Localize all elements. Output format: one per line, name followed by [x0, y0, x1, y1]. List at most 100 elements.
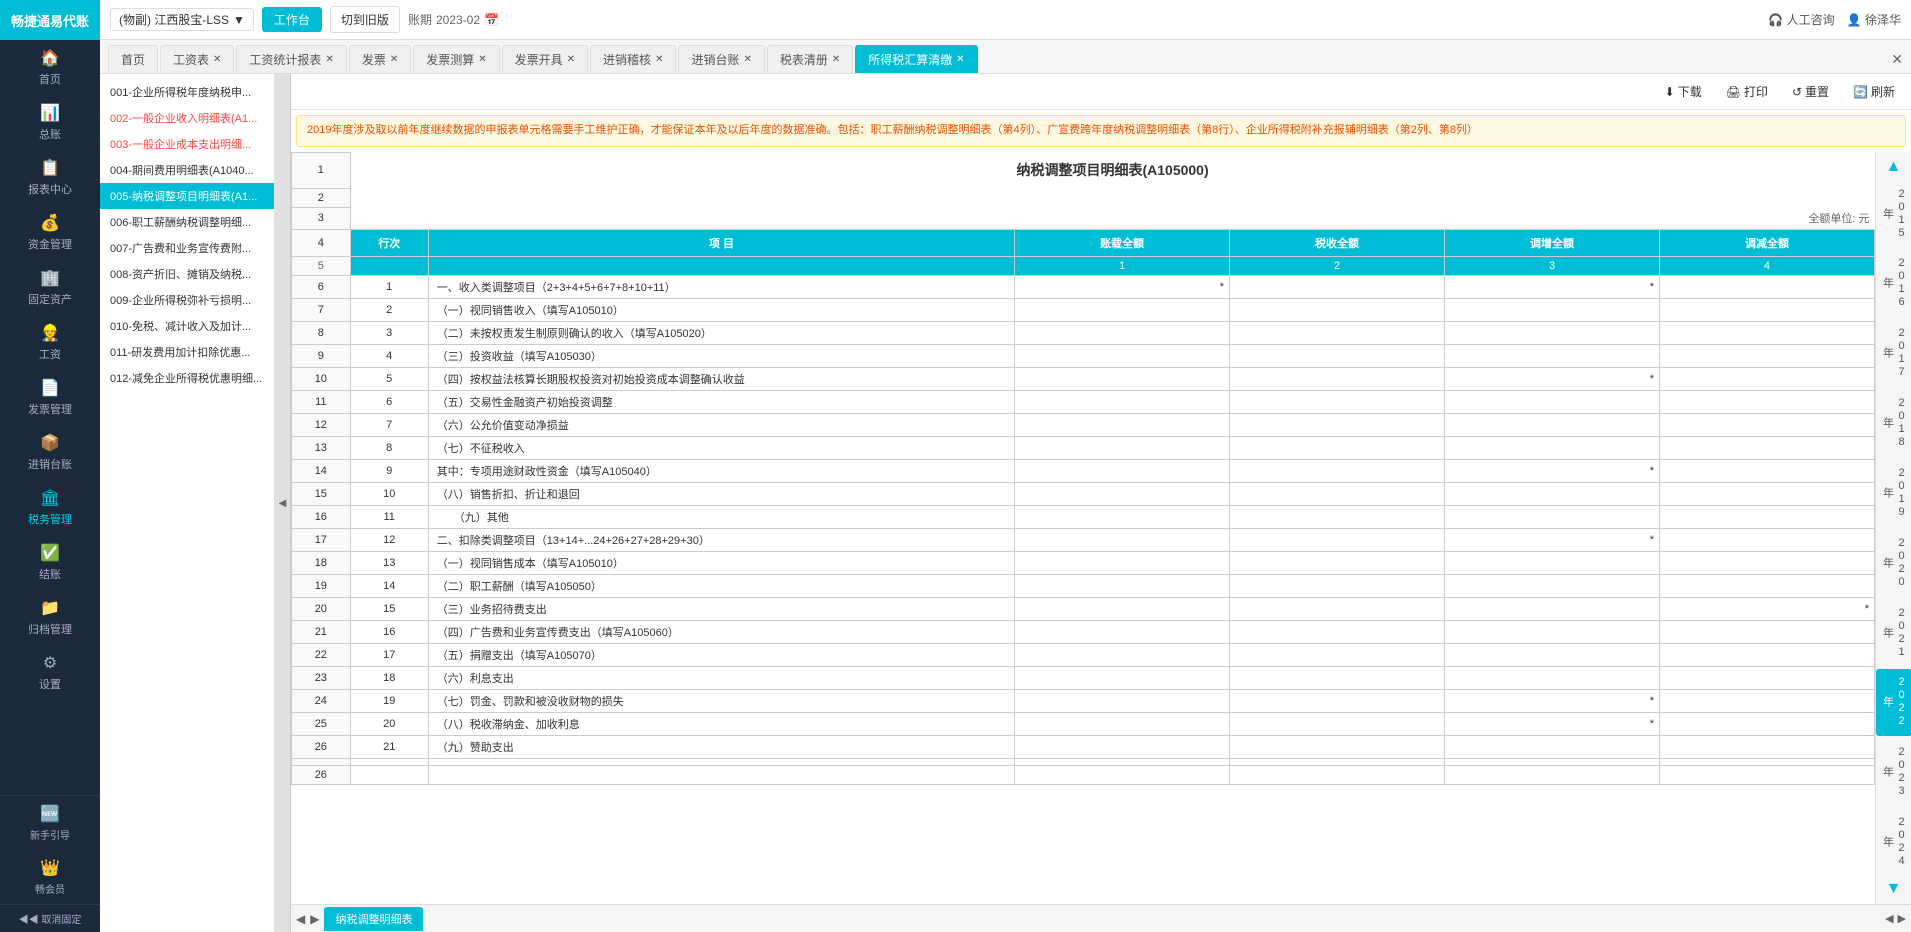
- tab-stock-ledger[interactable]: 进销台账✕: [678, 45, 764, 73]
- sidebar-item-tax[interactable]: 🏛 税务管理: [0, 480, 100, 535]
- year-2024[interactable]: 2024年: [1878, 808, 1910, 876]
- table-row: 10 5 （四）按权益法核算长期股权投资对初始投资成本调整确认收益 *: [292, 368, 1875, 391]
- company-select[interactable]: (物副) 江西股宝-LSS ▼: [110, 8, 254, 31]
- table-row: 2: [292, 188, 1875, 207]
- close-tab-tax-list[interactable]: ✕: [832, 54, 840, 65]
- close-tab-invoice-calc[interactable]: ✕: [478, 54, 486, 65]
- period-label: 账期 2023-02 📅: [408, 11, 499, 28]
- table-row: 8 3 （二）未按权责发生制原则确认的收入（填写A105020）: [292, 322, 1875, 345]
- sheet-scroll-area[interactable]: 1 纳税调整项目明细表(A105000) 2 3 全额单位: 元: [291, 152, 1875, 904]
- sidebar-item-stock[interactable]: 📦 进销台账: [0, 425, 100, 480]
- close-tab-income-tax[interactable]: ✕: [956, 54, 964, 65]
- settings-icon: ⚙: [43, 653, 57, 673]
- left-item-010[interactable]: 010-免税、减计收入及加计...: [100, 313, 274, 339]
- sidebar-item-member[interactable]: 👑 畅会员: [0, 850, 100, 904]
- table-row: 9 4 （三）投资收益（填写A105030）: [292, 345, 1875, 368]
- sidebar-item-guide[interactable]: 🆕 新手引导: [0, 796, 100, 850]
- sidebar-item-settings[interactable]: ⚙ 设置: [0, 645, 100, 700]
- left-item-004[interactable]: 004-期间费用明细表(A1040...: [100, 157, 274, 183]
- tab-invoice-calc[interactable]: 发票测算✕: [413, 45, 499, 73]
- service-link[interactable]: 🎧 人工咨询: [1768, 11, 1834, 28]
- table-row: 21 16 （四）广告费和业务宣传费支出（填写A105060）: [292, 621, 1875, 644]
- close-tab-payroll[interactable]: ✕: [213, 54, 221, 65]
- year-2023[interactable]: 2023年: [1878, 738, 1910, 806]
- left-item-005[interactable]: 005-纳税调整项目明细表(A1...: [100, 183, 274, 209]
- year-2017[interactable]: 2017年: [1878, 319, 1910, 387]
- col-header-1: 账载全额: [1015, 230, 1230, 257]
- user-info[interactable]: 👤 徐泽华: [1847, 11, 1901, 28]
- sidebar-item-assets[interactable]: 🏢 固定资产: [0, 260, 100, 315]
- year-2020[interactable]: 2020年: [1878, 529, 1910, 597]
- invoice-icon: 📄: [40, 378, 60, 398]
- tab-tax-list[interactable]: 税表清册✕: [767, 45, 853, 73]
- left-item-011[interactable]: 011-研发费用加计扣除优惠...: [100, 339, 274, 365]
- year-2021[interactable]: 2021年: [1878, 599, 1910, 667]
- sidebar-item-payroll[interactable]: 👷 工资: [0, 315, 100, 370]
- tab-payroll[interactable]: 工资表✕: [160, 45, 234, 73]
- sidebar-item-archive[interactable]: 📁 归档管理: [0, 590, 100, 645]
- left-item-001[interactable]: 001-企业所得税年度纳税申...: [100, 79, 274, 105]
- back-button[interactable]: 切到旧版: [330, 6, 400, 33]
- close-tab-invoice[interactable]: ✕: [390, 54, 398, 65]
- sidebar-item-reports[interactable]: 📋 报表中心: [0, 150, 100, 205]
- tab-income-tax[interactable]: 所得税汇算清缴✕: [855, 45, 977, 73]
- sheet-scroll-right[interactable]: ▶: [310, 912, 319, 926]
- table-row: 3 全额单位: 元: [292, 207, 1875, 230]
- left-item-008[interactable]: 008-资产折旧、摊销及纳税...: [100, 261, 274, 287]
- refresh-button[interactable]: 🔄 刷新: [1847, 80, 1901, 103]
- year-2018[interactable]: 2018年: [1878, 389, 1910, 457]
- table-header-row: 4 行次 项 目 账载全额 税收全额 调增全额 调减全额: [292, 230, 1875, 257]
- left-item-003[interactable]: 003-一般企业成本支出明细...: [100, 131, 274, 157]
- close-all-tabs[interactable]: ✕: [1883, 46, 1911, 73]
- sidebar-item-home[interactable]: 🏠 首页: [0, 40, 100, 95]
- sidebar-item-invoice[interactable]: 📄 发票管理: [0, 370, 100, 425]
- left-panel: 001-企业所得税年度纳税申... 002-一般企业收入明细表(A1... 00…: [100, 74, 275, 932]
- year-2015[interactable]: 2015年: [1878, 180, 1910, 248]
- col-header-4: 调减全额: [1659, 230, 1874, 257]
- bottom-scroll-right[interactable]: ▶: [1898, 912, 1906, 925]
- left-item-006[interactable]: 006-职工薪酬纳税调整明细...: [100, 209, 274, 235]
- tab-invoice-open[interactable]: 发票开具✕: [502, 45, 588, 73]
- close-tab-stock-check[interactable]: ✕: [655, 54, 663, 65]
- tab-invoice[interactable]: 发票✕: [349, 45, 411, 73]
- unpin-button[interactable]: ◀◀ 取消固定: [0, 904, 100, 932]
- left-item-012[interactable]: 012-减免企业所得税优惠明细...: [100, 365, 274, 391]
- sheet-tab-adjust[interactable]: 纳税调整明细表: [324, 907, 423, 931]
- bottom-scroll-left[interactable]: ◀: [1885, 912, 1893, 925]
- table-row: 26 21 （九）赞助支出: [292, 736, 1875, 759]
- left-item-007[interactable]: 007-广告费和业务宣传费附...: [100, 235, 274, 261]
- year-down-button[interactable]: ▼: [1884, 878, 1904, 900]
- tab-stock-check[interactable]: 进销稽核✕: [590, 45, 676, 73]
- year-up-button[interactable]: ▲: [1884, 156, 1904, 178]
- year-2022[interactable]: 2022年: [1876, 669, 1911, 737]
- collapse-panel-button[interactable]: ◀: [275, 74, 291, 932]
- close-tab-invoice-open[interactable]: ✕: [567, 54, 575, 65]
- year-2019[interactable]: 2019年: [1878, 459, 1910, 527]
- download-icon: ⬇: [1665, 85, 1675, 99]
- year-panel: ▲ 2015年 2016年 2017年 2018年 2019年 2020年 20…: [1875, 152, 1911, 904]
- tab-payroll-stats[interactable]: 工资统计报表✕: [236, 45, 346, 73]
- year-2016[interactable]: 2016年: [1878, 249, 1910, 317]
- topbar-right: 🎧 人工咨询 👤 徐泽华: [1768, 11, 1901, 28]
- sidebar-item-funds[interactable]: 💰 资金管理: [0, 205, 100, 260]
- close-tab-payroll-stats[interactable]: ✕: [325, 54, 333, 65]
- sidebar-item-close[interactable]: ✅ 结账: [0, 535, 100, 590]
- tab-home[interactable]: 首页: [108, 45, 158, 73]
- calendar-icon[interactable]: 📅: [484, 13, 499, 27]
- funds-icon: 💰: [40, 213, 60, 233]
- sheet-toolbar: ⬇ 下载 🖨 打印 ↺ 重置 🔄 刷新: [291, 74, 1911, 110]
- stock-icon: 📦: [40, 433, 60, 453]
- print-button[interactable]: 🖨 打印: [1720, 80, 1774, 103]
- left-item-009[interactable]: 009-企业所得税弥补亏损明...: [100, 287, 274, 313]
- sidebar-item-ledger[interactable]: 📊 总账: [0, 95, 100, 150]
- workbench-button[interactable]: 工作台: [262, 7, 322, 32]
- col-header-line: 行次: [350, 230, 428, 257]
- table-row: 23 18 （六）利息支出: [292, 667, 1875, 690]
- table-row: [292, 759, 1875, 766]
- close-tab-stock-ledger[interactable]: ✕: [743, 54, 751, 65]
- sidebar: 畅捷通易代账 🏠 首页 📊 总账 📋 报表中心 💰 资金管理 🏢 固定资产 👷 …: [0, 0, 100, 932]
- left-item-002[interactable]: 002-一般企业收入明细表(A1...: [100, 105, 274, 131]
- download-button[interactable]: ⬇ 下载: [1659, 80, 1708, 103]
- sheet-scroll-left[interactable]: ◀: [296, 912, 305, 926]
- reset-button[interactable]: ↺ 重置: [1786, 80, 1835, 103]
